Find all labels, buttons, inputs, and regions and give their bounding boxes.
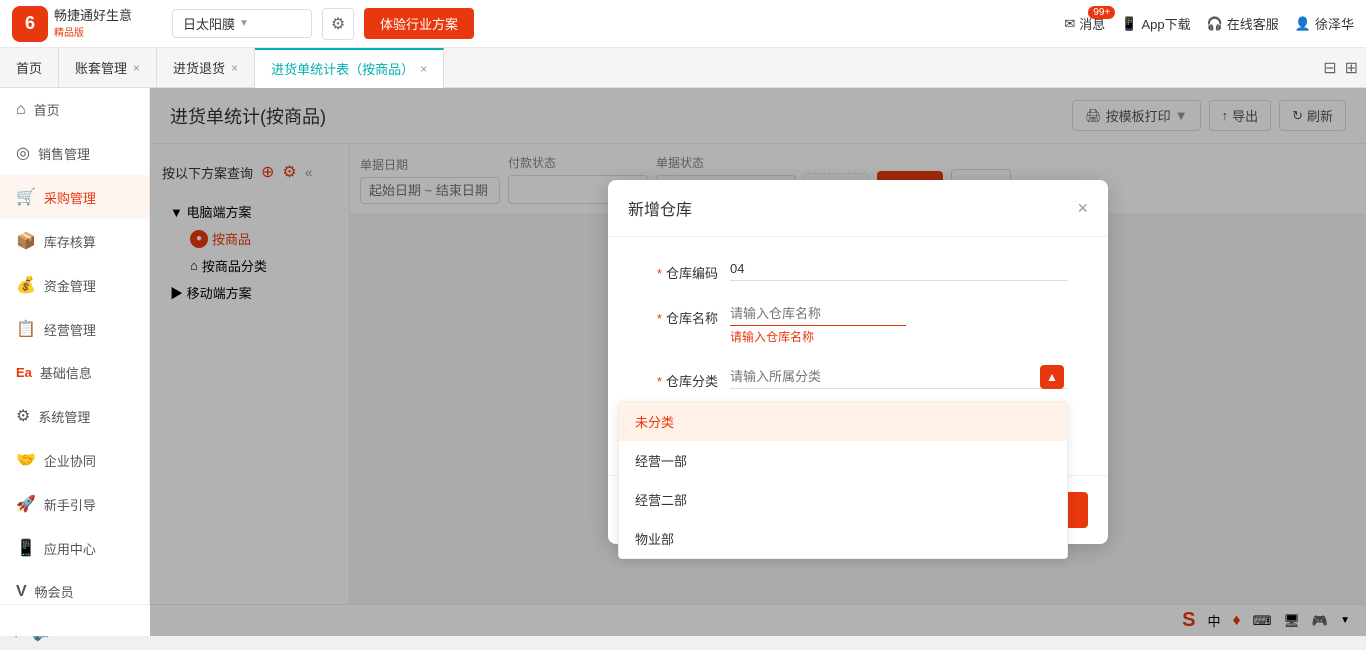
sidebar-finance-label: 资金管理 (44, 276, 96, 295)
name-label: 仓库名称 (648, 302, 718, 327)
store-selector[interactable]: 日太阳膜 ▼ (172, 9, 312, 38)
home-icon: ⌂ (16, 101, 26, 119)
purchase-icon: 🛒 (16, 187, 36, 207)
sidebar-item-home[interactable]: ⌂ 首页 (0, 88, 149, 131)
tab-purchase-return[interactable]: 进货退货 × (157, 48, 255, 88)
online-service-button[interactable]: 🎧 在线客服 (1207, 14, 1279, 33)
app-label: App下载 (1141, 14, 1190, 33)
tab-minimize-icon[interactable]: ⊟ (1323, 58, 1336, 78)
app-icon: 📱 (1121, 16, 1137, 32)
user-icon: 👤 (1295, 16, 1311, 32)
top-header: 6 畅捷通好生意 精品版 日太阳膜 ▼ ⚙ 体验行业方案 ✉ 消息 99+ 📱 … (0, 0, 1366, 48)
sidebar-system-label: 系统管理 (38, 407, 90, 426)
code-form-row: 仓库编码 (648, 257, 1068, 282)
header-right: ✉ 消息 99+ 📱 App下载 🎧 在线客服 👤 徐泽华 (1064, 14, 1354, 33)
sidebar: ⌂ 首页 ◎ 销售管理 🛒 采购管理 📦 库存核算 💰 资金管理 📋 经营管理 … (0, 88, 150, 636)
tab-accounts[interactable]: 账套管理 × (59, 48, 157, 88)
sidebar-item-guide[interactable]: 🚀 新手引导 (0, 482, 149, 526)
add-warehouse-modal: 新增仓库 × 仓库编码 仓库名称 请输入仓库名称 (608, 180, 1108, 544)
sidebar-item-finance[interactable]: 💰 资金管理 (0, 263, 149, 307)
sidebar-sales-label: 销售管理 (38, 144, 90, 163)
category-input[interactable] (730, 365, 1068, 389)
main-layout: ⌂ 首页 ◎ 销售管理 🛒 采购管理 📦 库存核算 💰 资金管理 📋 经营管理 … (0, 88, 1366, 636)
sidebar-item-sales[interactable]: ◎ 销售管理 (0, 131, 149, 175)
sidebar-item-system[interactable]: ⚙ 系统管理 (0, 394, 149, 438)
headphone-icon: 🎧 (1207, 16, 1223, 32)
sales-icon: ◎ (16, 143, 30, 163)
basic-info-icon: Ea (16, 365, 32, 380)
store-name: 日太阳膜 (183, 14, 235, 33)
app-logo-icon: 6 (12, 6, 48, 42)
tab-purchase-stats-label: 进货单统计表（按商品） (271, 59, 414, 78)
tab-purchase-stats[interactable]: 进货单统计表（按商品） × (255, 48, 444, 88)
category-option-dept1[interactable]: 经营一部 (619, 441, 1067, 480)
tab-accounts-close[interactable]: × (133, 61, 140, 75)
message-icon: ✉ (1064, 16, 1075, 32)
apps-icon: 📱 (16, 538, 36, 558)
sidebar-purchase-label: 采购管理 (44, 188, 96, 207)
category-option-dept2[interactable]: 经营二部 (619, 480, 1067, 519)
sidebar-item-enterprise[interactable]: 🤝 企业协同 (0, 438, 149, 482)
tab-right-actions: ⊟ ⊞ (1323, 58, 1366, 78)
sidebar-item-basic-info[interactable]: Ea 基础信息 (0, 351, 149, 394)
code-label: 仓库编码 (648, 257, 718, 282)
name-error-tip: 请输入仓库名称 (730, 328, 906, 345)
tab-home-label: 首页 (16, 58, 42, 77)
tab-home[interactable]: 首页 (0, 48, 59, 88)
category-label: 仓库分类 (648, 365, 718, 390)
operations-icon: 📋 (16, 319, 36, 339)
modal-title: 新增仓库 (628, 196, 692, 220)
category-option-unclassified[interactable]: 未分类 (619, 402, 1067, 441)
modal-body: 仓库编码 仓库名称 请输入仓库名称 仓库分类 (608, 237, 1108, 475)
app-download-button[interactable]: 📱 App下载 (1121, 14, 1190, 33)
category-dropdown-wrap: ▲ 未分类 经营一部 经营二部 物业部 (730, 365, 1068, 389)
sidebar-enterprise-label: 企业协同 (44, 451, 96, 470)
sidebar-guide-label: 新手引导 (44, 495, 96, 514)
system-icon: ⚙ (16, 406, 30, 426)
content-area: 进货单统计(按商品) 🖨 按模板打印 ▼ ↑ 导出 ↻ 刷新 (150, 88, 1366, 636)
sidebar-vip-label: 畅会员 (35, 582, 74, 601)
sidebar-operations-label: 经营管理 (44, 320, 96, 339)
settings-icon[interactable]: ⚙ (322, 8, 354, 40)
tab-accounts-label: 账套管理 (75, 58, 127, 77)
logo-text: 畅捷通好生意 精品版 (54, 8, 132, 40)
messages-button[interactable]: ✉ 消息 99+ (1064, 14, 1105, 33)
inventory-icon: 📦 (16, 231, 36, 251)
trial-button[interactable]: 体验行业方案 (364, 8, 474, 39)
vip-icon: V (16, 583, 27, 601)
username-label: 徐泽华 (1315, 14, 1354, 33)
sidebar-item-apps[interactable]: 📱 应用中心 (0, 526, 149, 570)
category-option-property[interactable]: 物业部 (619, 519, 1067, 558)
tab-purchase-return-close[interactable]: × (231, 61, 238, 75)
sidebar-apps-label: 应用中心 (44, 539, 96, 558)
name-field-wrap: 请输入仓库名称 (730, 302, 906, 345)
warehouse-code-input[interactable] (730, 257, 1068, 281)
category-dropdown-toggle[interactable]: ▲ (1040, 365, 1064, 389)
sidebar-inventory-label: 库存核算 (44, 232, 96, 251)
tab-purchase-stats-close[interactable]: × (420, 62, 427, 76)
sidebar-home-label: 首页 (34, 100, 60, 119)
category-dropdown-list: 未分类 经营一部 经营二部 物业部 (618, 401, 1068, 559)
guide-icon: 🚀 (16, 494, 36, 514)
category-form-row: 仓库分类 ▲ 未分类 经营一部 经营二部 物业部 (648, 365, 1068, 390)
tab-bar: 首页 账套管理 × 进货退货 × 进货单统计表（按商品） × ⊟ ⊞ (0, 48, 1366, 88)
enterprise-icon: 🤝 (16, 450, 36, 470)
service-label: 在线客服 (1227, 14, 1279, 33)
finance-icon: 💰 (16, 275, 36, 295)
logo-area: 6 畅捷通好生意 精品版 (12, 6, 162, 42)
sidebar-item-purchase[interactable]: 🛒 采购管理 (0, 175, 149, 219)
name-form-row: 仓库名称 请输入仓库名称 (648, 302, 1068, 345)
warehouse-name-input[interactable] (730, 302, 906, 326)
sidebar-item-operations[interactable]: 📋 经营管理 (0, 307, 149, 351)
modal-close-icon[interactable]: × (1077, 198, 1088, 219)
message-badge: 99+ (1088, 6, 1115, 19)
tab-expand-icon[interactable]: ⊞ (1345, 58, 1358, 78)
modal-header: 新增仓库 × (608, 180, 1108, 237)
tab-purchase-return-label: 进货退货 (173, 58, 225, 77)
sidebar-item-inventory[interactable]: 📦 库存核算 (0, 219, 149, 263)
sidebar-basic-info-label: 基础信息 (40, 363, 92, 382)
user-profile[interactable]: 👤 徐泽华 (1295, 14, 1354, 33)
store-dropdown-arrow: ▼ (239, 18, 249, 29)
